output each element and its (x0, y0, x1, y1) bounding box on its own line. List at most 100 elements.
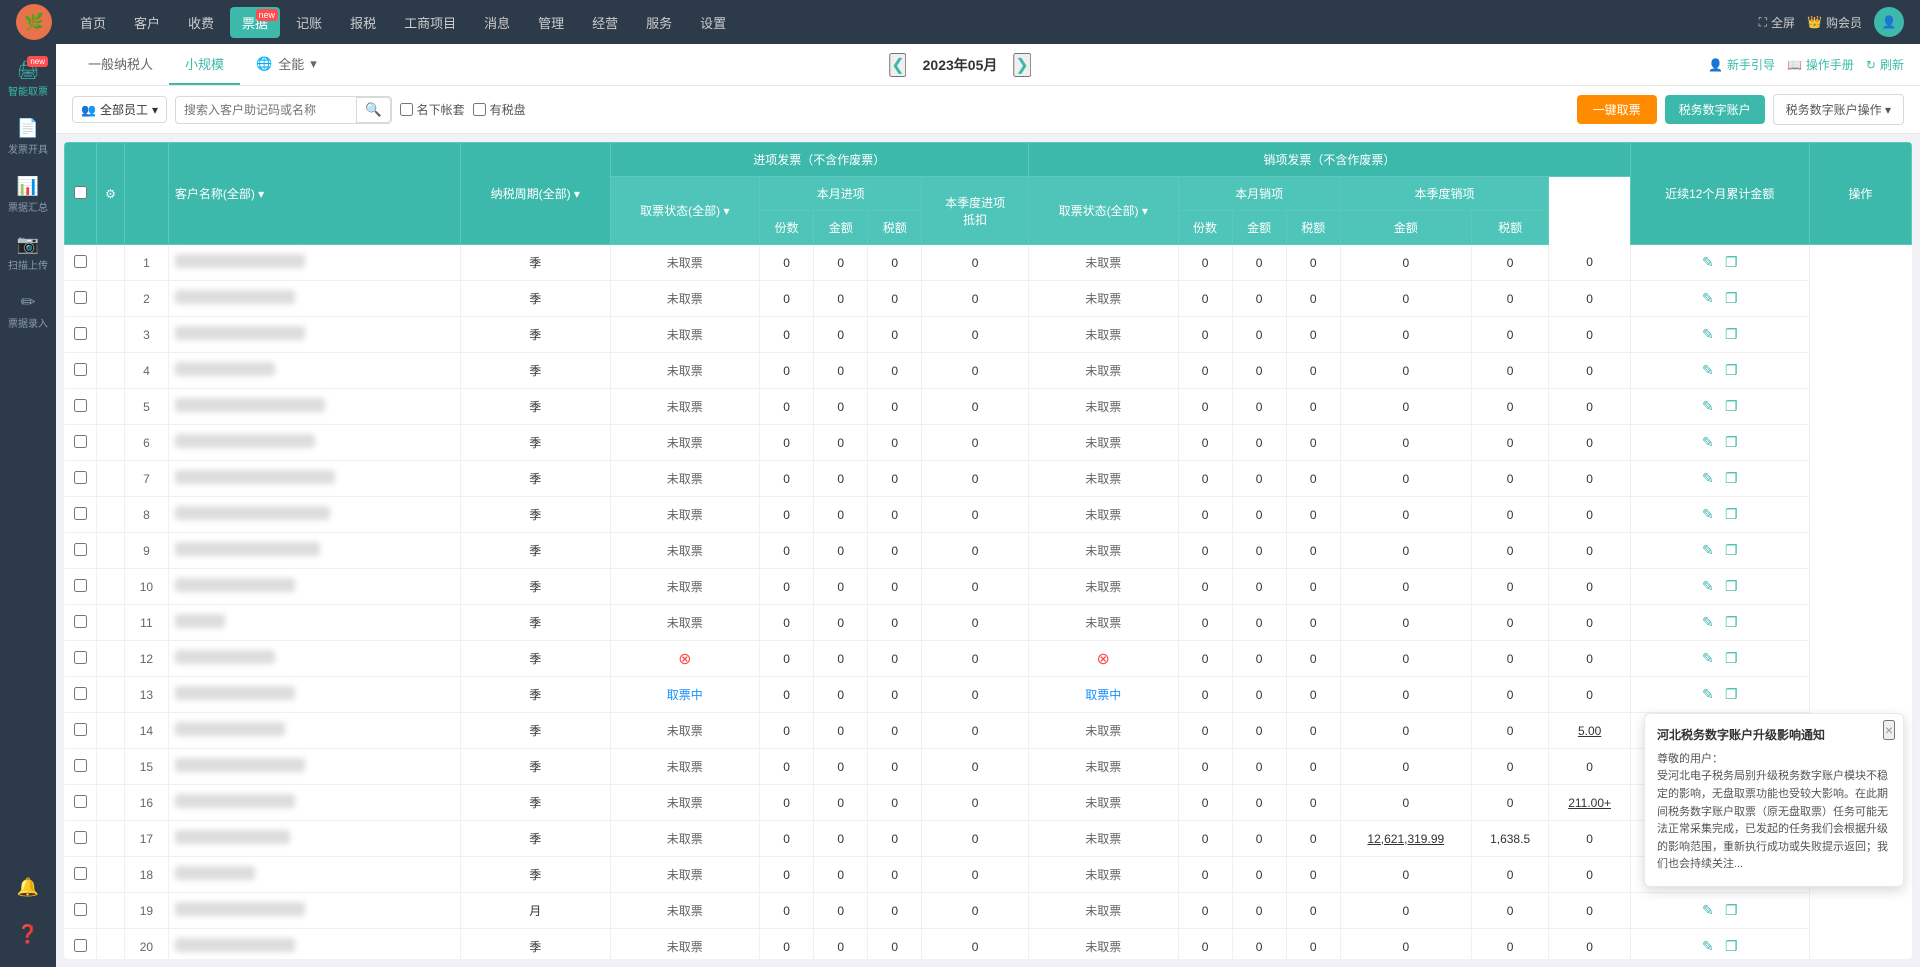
row-client-name[interactable] (168, 785, 460, 821)
copy-btn[interactable]: ❐ (1721, 540, 1742, 561)
row-checkbox[interactable] (74, 543, 87, 556)
nav-manage[interactable]: 管理 (526, 7, 576, 38)
member-btn[interactable]: 👑 购会员 (1807, 14, 1862, 31)
row-checkbox[interactable] (74, 903, 87, 916)
copy-btn[interactable]: ❐ (1721, 576, 1742, 597)
one-click-fetch-btn[interactable]: 一键取票 (1577, 95, 1657, 124)
search-input[interactable] (176, 99, 356, 121)
row-client-name[interactable] (168, 425, 460, 461)
digital-account-op-btn[interactable]: 税务数字账户操作 ▾ (1773, 94, 1904, 125)
tab-all-in[interactable]: 🌐 全能 ▾ (240, 44, 333, 85)
edit-btn[interactable]: ✎ (1698, 936, 1718, 957)
row-client-name[interactable] (168, 317, 460, 353)
row-client-name[interactable] (168, 713, 460, 749)
th-in-fetch-status[interactable]: 取票状态(全部) ▾ (610, 177, 760, 245)
row-client-name[interactable] (168, 929, 460, 960)
notification-close-btn[interactable]: × (1883, 720, 1895, 740)
row-checkbox[interactable] (74, 831, 87, 844)
row-checkbox[interactable] (74, 687, 87, 700)
sidebar-item-summary[interactable]: 📊 票据汇总 (0, 168, 56, 222)
filter-account-checkbox[interactable]: 名下帐套 (400, 101, 465, 118)
copy-btn[interactable]: ❐ (1721, 324, 1742, 345)
edit-btn[interactable]: ✎ (1698, 432, 1718, 453)
row-checkbox[interactable] (74, 363, 87, 376)
copy-btn[interactable]: ❐ (1721, 504, 1742, 525)
prev-month-btn[interactable]: ❮ (889, 53, 906, 77)
row-checkbox[interactable] (74, 291, 87, 304)
th-settings[interactable]: ⚙ (97, 143, 125, 245)
edit-btn[interactable]: ✎ (1698, 468, 1718, 489)
digital-account-btn[interactable]: 税务数字账户 (1665, 95, 1765, 124)
edit-btn[interactable]: ✎ (1698, 396, 1718, 417)
search-button[interactable]: 🔍 (356, 97, 391, 123)
row-checkbox[interactable] (74, 615, 87, 628)
row-client-name[interactable] (168, 533, 460, 569)
staff-select[interactable]: 👥 全部员工 ▾ (72, 96, 167, 123)
copy-btn[interactable]: ❐ (1721, 432, 1742, 453)
row-client-name[interactable] (168, 569, 460, 605)
tab-general-taxpayer[interactable]: 一般纳税人 (72, 44, 169, 85)
row-client-name[interactable] (168, 857, 460, 893)
next-month-btn[interactable]: ❯ (1013, 53, 1030, 77)
edit-btn[interactable]: ✎ (1698, 360, 1718, 381)
copy-btn[interactable]: ❐ (1721, 900, 1742, 921)
row-checkbox[interactable] (74, 867, 87, 880)
copy-btn[interactable]: ❐ (1721, 684, 1742, 705)
nav-messages[interactable]: 消息 (472, 7, 522, 38)
edit-btn[interactable]: ✎ (1698, 540, 1718, 561)
account-checkbox[interactable] (400, 103, 413, 116)
nav-service[interactable]: 服务 (634, 7, 684, 38)
edit-btn[interactable]: ✎ (1698, 252, 1718, 273)
edit-btn[interactable]: ✎ (1698, 684, 1718, 705)
row-client-name[interactable] (168, 605, 460, 641)
edit-btn[interactable]: ✎ (1698, 648, 1718, 669)
nav-commerce[interactable]: 工商项目 (392, 7, 468, 38)
nav-tax[interactable]: 报税 (338, 7, 388, 38)
deduct-amount-val[interactable]: 12,621,319.99 (1367, 832, 1444, 846)
edit-btn[interactable]: ✎ (1698, 324, 1718, 345)
cumulative-val[interactable]: 211.00+ (1568, 796, 1611, 810)
row-client-name[interactable] (168, 281, 460, 317)
copy-btn[interactable]: ❐ (1721, 468, 1742, 489)
edit-btn[interactable]: ✎ (1698, 288, 1718, 309)
row-client-name[interactable] (168, 749, 460, 785)
nav-settings[interactable]: 设置 (688, 7, 738, 38)
sidebar-item-smart-fetch[interactable]: 🖨 智能取票 new (0, 52, 56, 106)
edit-btn[interactable]: ✎ (1698, 900, 1718, 921)
row-client-name[interactable] (168, 497, 460, 533)
sidebar-item-scan[interactable]: 📷 扫描上传 (0, 226, 56, 280)
row-client-name[interactable] (168, 893, 460, 929)
th-out-fetch-status[interactable]: 取票状态(全部) ▾ (1028, 177, 1178, 245)
row-checkbox[interactable] (74, 759, 87, 772)
refresh-link[interactable]: ↻ 刷新 (1866, 56, 1904, 73)
new-guide-link[interactable]: 👤 新手引导 (1708, 56, 1775, 73)
sidebar-item-open-invoice[interactable]: 📄 发票开具 (0, 110, 56, 164)
user-avatar[interactable]: 👤 (1874, 7, 1904, 37)
row-client-name[interactable] (168, 245, 460, 281)
row-client-name[interactable] (168, 461, 460, 497)
filter-tax-disk-checkbox[interactable]: 有税盘 (473, 101, 526, 118)
row-client-name[interactable] (168, 821, 460, 857)
row-checkbox[interactable] (74, 507, 87, 520)
copy-btn[interactable]: ❐ (1721, 612, 1742, 633)
row-client-name[interactable] (168, 353, 460, 389)
edit-btn[interactable]: ✎ (1698, 576, 1718, 597)
tax-disk-checkbox[interactable] (473, 103, 486, 116)
th-client-name[interactable]: 客户名称(全部) ▾ (168, 143, 460, 245)
row-client-name[interactable] (168, 389, 460, 425)
row-checkbox[interactable] (74, 651, 87, 664)
row-checkbox[interactable] (74, 723, 87, 736)
sidebar-item-notification[interactable]: 🔔 (13, 869, 43, 908)
nav-accounting[interactable]: 记账 (284, 7, 334, 38)
row-client-name[interactable] (168, 641, 460, 677)
copy-btn[interactable]: ❐ (1721, 288, 1742, 309)
row-checkbox[interactable] (74, 435, 87, 448)
fullscreen-btn[interactable]: ⛶ 全屏 (1759, 14, 1795, 31)
edit-btn[interactable]: ✎ (1698, 612, 1718, 633)
nav-client[interactable]: 客户 (122, 7, 172, 38)
th-tax-period[interactable]: 纳税周期(全部) ▾ (461, 143, 611, 245)
row-checkbox[interactable] (74, 939, 87, 952)
cumulative-val[interactable]: 5.00 (1578, 724, 1601, 738)
copy-btn[interactable]: ❐ (1721, 360, 1742, 381)
row-checkbox[interactable] (74, 399, 87, 412)
